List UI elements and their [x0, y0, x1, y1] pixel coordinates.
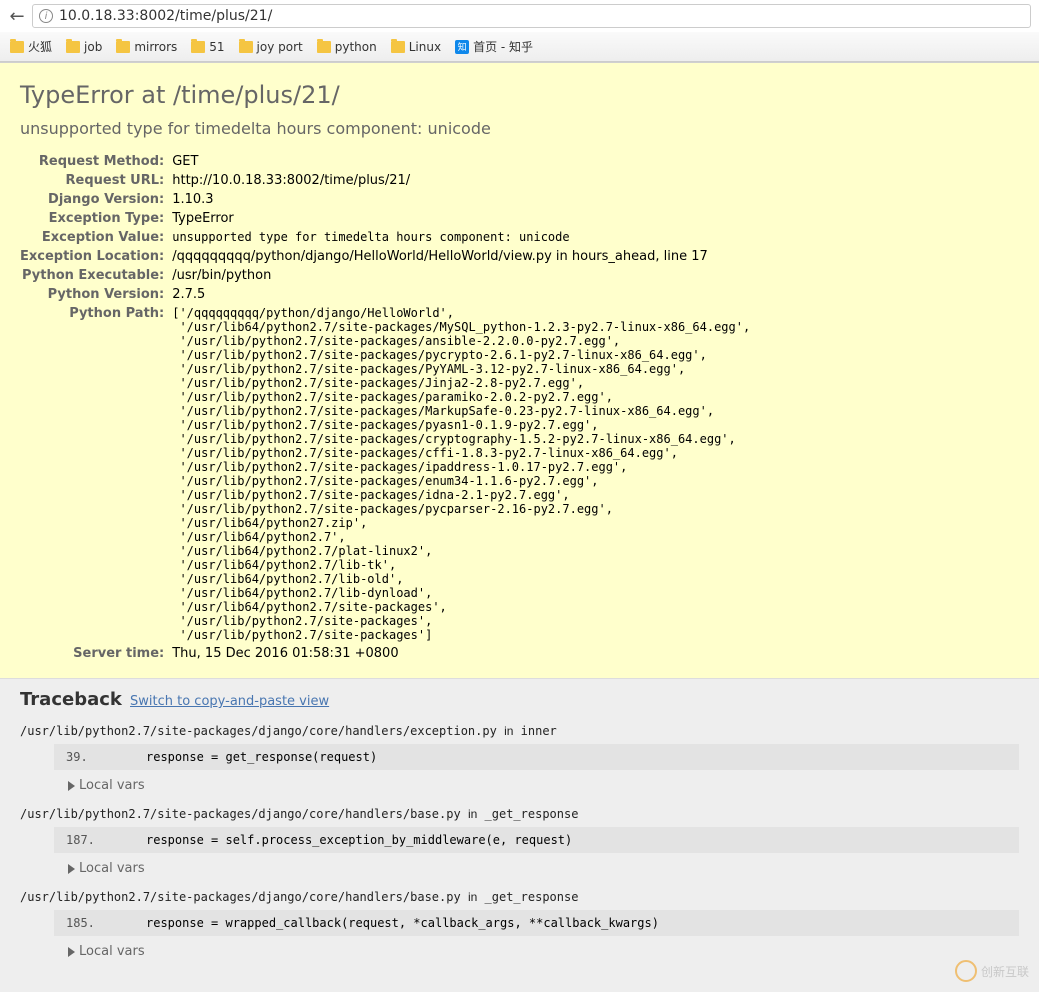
label-server-time: Server time: — [20, 644, 172, 663]
value-exception-type: TypeError — [172, 209, 750, 228]
error-subtitle: unsupported type for timedelta hours com… — [20, 119, 1019, 138]
label-python-executable: Python Executable: — [20, 266, 172, 285]
frame-file: /usr/lib/python2.7/site-packages/django/… — [20, 807, 461, 821]
frame-lineno: 187. — [66, 833, 106, 847]
expand-icon — [68, 947, 75, 957]
url-text: 10.0.18.33:8002/time/plus/21/ — [59, 8, 272, 24]
value-request-method: GET — [172, 152, 750, 171]
frame-code-text: response = get_response(request) — [146, 750, 377, 764]
label-exception-location: Exception Location: — [20, 247, 172, 266]
bookmarks-bar: 火狐 job mirrors 51 joy port python Linux … — [0, 32, 1039, 62]
local-vars-label: Local vars — [79, 778, 145, 793]
frame-lineno: 39. — [66, 750, 106, 764]
label-request-method: Request Method: — [20, 152, 172, 171]
value-request-url: http://10.0.18.33:8002/time/plus/21/ — [172, 171, 750, 190]
frame-file: /usr/lib/python2.7/site-packages/django/… — [20, 724, 497, 738]
switch-view-link[interactable]: Switch to copy-and-paste view — [130, 694, 329, 709]
value-server-time: Thu, 15 Dec 2016 01:58:31 +0800 — [172, 644, 750, 663]
frame-header: /usr/lib/python2.7/site-packages/django/… — [20, 807, 1019, 821]
value-exception-value: unsupported type for timedelta hours com… — [172, 230, 750, 244]
error-summary: TypeError at /time/plus/21/ unsupported … — [0, 63, 1039, 679]
frame-code-text: response = self.process_exception_by_mid… — [146, 833, 572, 847]
frame-in: in — [468, 890, 477, 904]
nav-row: ← i 10.0.18.33:8002/time/plus/21/ — [0, 0, 1039, 32]
traceback-section: Traceback Switch to copy-and-paste view … — [0, 679, 1039, 969]
expand-icon — [68, 781, 75, 791]
frame-code: 187. response = self.process_exception_by… — [54, 827, 1019, 853]
frame-header: /usr/lib/python2.7/site-packages/django/… — [20, 890, 1019, 904]
frame-in: in — [468, 807, 477, 821]
error-table: Request Method:GET Request URL:http://10… — [20, 152, 750, 663]
bookmark-mirrors[interactable]: mirrors — [116, 40, 177, 54]
traceback-frame: /usr/lib/python2.7/site-packages/django/… — [20, 724, 1019, 793]
bookmark-zhihu[interactable]: 知首页 - 知乎 — [455, 38, 533, 55]
frame-code: 39. response = get_response(request) — [54, 744, 1019, 770]
frame-func: _get_response — [485, 890, 579, 904]
bookmark-python[interactable]: python — [317, 40, 377, 54]
bookmark-linux[interactable]: Linux — [391, 40, 441, 54]
traceback-title: Traceback — [20, 689, 122, 710]
frame-file: /usr/lib/python2.7/site-packages/django/… — [20, 890, 461, 904]
label-django-version: Django Version: — [20, 190, 172, 209]
value-python-path: ['/qqqqqqqqq/python/django/HelloWorld', … — [172, 306, 750, 642]
value-django-version: 1.10.3 — [172, 190, 750, 209]
folder-icon — [10, 41, 24, 53]
folder-icon — [239, 41, 253, 53]
frame-func: _get_response — [485, 807, 579, 821]
label-exception-value: Exception Value: — [20, 228, 172, 247]
label-exception-type: Exception Type: — [20, 209, 172, 228]
watermark-logo-icon — [955, 960, 977, 982]
local-vars-toggle[interactable]: Local vars — [68, 861, 1019, 876]
info-icon[interactable]: i — [39, 9, 53, 23]
frame-header: /usr/lib/python2.7/site-packages/django/… — [20, 724, 1019, 738]
bookmark-job[interactable]: job — [66, 40, 102, 54]
frame-lineno: 185. — [66, 916, 106, 930]
local-vars-toggle[interactable]: Local vars — [68, 778, 1019, 793]
label-python-path: Python Path: — [20, 304, 172, 644]
frame-in: in — [504, 724, 513, 738]
bookmark-joyport[interactable]: joy port — [239, 40, 303, 54]
bookmark-51[interactable]: 51 — [191, 40, 224, 54]
zhihu-icon: 知 — [455, 40, 469, 54]
browser-chrome: ← i 10.0.18.33:8002/time/plus/21/ 火狐 job… — [0, 0, 1039, 63]
bookmark-firefox[interactable]: 火狐 — [10, 38, 52, 55]
expand-icon — [68, 864, 75, 874]
frame-code-text: response = wrapped_callback(request, *ca… — [146, 916, 659, 930]
label-request-url: Request URL: — [20, 171, 172, 190]
value-exception-location: /qqqqqqqqq/python/django/HelloWorld/Hell… — [172, 247, 750, 266]
folder-icon — [66, 41, 80, 53]
local-vars-label: Local vars — [79, 861, 145, 876]
folder-icon — [391, 41, 405, 53]
folder-icon — [317, 41, 331, 53]
frame-code: 185. response = wrapped_callback(request,… — [54, 910, 1019, 936]
value-python-version: 2.7.5 — [172, 285, 750, 304]
value-python-executable: /usr/bin/python — [172, 266, 750, 285]
local-vars-toggle[interactable]: Local vars — [68, 944, 1019, 959]
traceback-frame: /usr/lib/python2.7/site-packages/django/… — [20, 890, 1019, 959]
folder-icon — [191, 41, 205, 53]
frame-func: inner — [521, 724, 557, 738]
error-title: TypeError at /time/plus/21/ — [20, 81, 1019, 109]
label-python-version: Python Version: — [20, 285, 172, 304]
watermark: 创新互联 — [955, 960, 1029, 982]
url-bar[interactable]: i 10.0.18.33:8002/time/plus/21/ — [32, 4, 1031, 28]
local-vars-label: Local vars — [79, 944, 145, 959]
folder-icon — [116, 41, 130, 53]
back-button[interactable]: ← — [8, 7, 26, 25]
traceback-frame: /usr/lib/python2.7/site-packages/django/… — [20, 807, 1019, 876]
